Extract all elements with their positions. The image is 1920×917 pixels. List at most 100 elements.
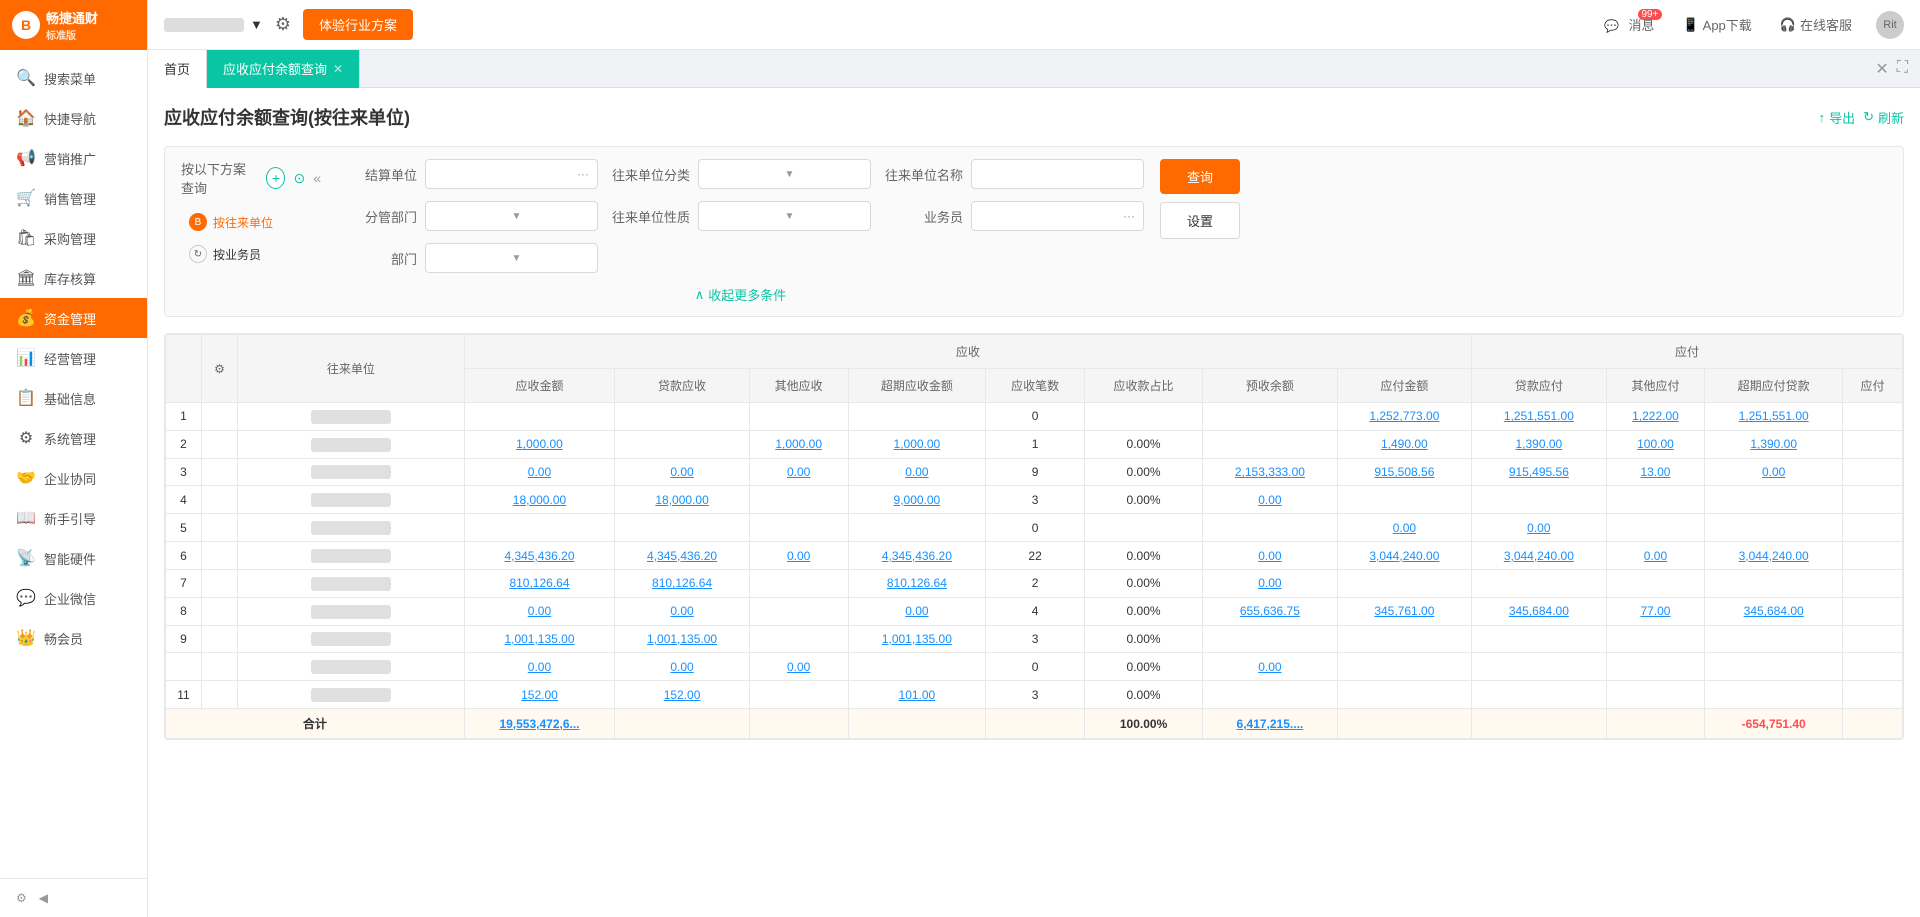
- table-cell[interactable]: 0.00: [464, 458, 615, 486]
- table-cell[interactable]: 4,345,436.20: [464, 542, 615, 570]
- table-cell[interactable]: 18,000.00: [464, 486, 615, 514]
- table-cell[interactable]: [1606, 653, 1705, 681]
- table-cell[interactable]: [1472, 653, 1606, 681]
- salesperson-input[interactable]: ···: [971, 201, 1144, 231]
- table-cell[interactable]: [1203, 625, 1337, 653]
- table-cell[interactable]: [1705, 653, 1843, 681]
- table-cell[interactable]: 0.00: [1203, 569, 1337, 597]
- table-cell[interactable]: [749, 681, 848, 709]
- query-btn[interactable]: 查询: [1160, 159, 1240, 194]
- topbar-gear-icon[interactable]: ⚙: [275, 14, 291, 35]
- table-cell[interactable]: [1337, 569, 1471, 597]
- table-cell[interactable]: [1203, 681, 1337, 709]
- table-cell[interactable]: [1337, 486, 1471, 514]
- sidebar-item-marketing[interactable]: 📢 营销推广: [0, 138, 147, 178]
- settlement-input[interactable]: ···: [425, 159, 598, 189]
- dept2-select[interactable]: ▼: [425, 243, 598, 273]
- table-cell[interactable]: 1,000.00: [464, 430, 615, 458]
- table-cell[interactable]: 0.00: [848, 458, 986, 486]
- table-cell[interactable]: [749, 625, 848, 653]
- table-cell[interactable]: 345,684.00: [1472, 597, 1606, 625]
- scheme-by-partner[interactable]: B 按往来单位: [181, 209, 321, 235]
- sidebar-item-guide[interactable]: 📖 新手引导: [0, 498, 147, 538]
- table-cell[interactable]: [615, 514, 749, 542]
- table-cell[interactable]: 0.00: [749, 458, 848, 486]
- table-cell[interactable]: 152.00: [464, 681, 615, 709]
- table-cell[interactable]: 0.00: [464, 597, 615, 625]
- table-cell[interactable]: [1472, 625, 1606, 653]
- table-cell[interactable]: [1705, 514, 1843, 542]
- table-cell[interactable]: 655,636.75: [1203, 597, 1337, 625]
- table-cell[interactable]: 0.00: [749, 653, 848, 681]
- table-cell[interactable]: [1705, 486, 1843, 514]
- table-cell[interactable]: 1,252,773.00: [1337, 403, 1471, 431]
- table-cell[interactable]: 9,000.00: [848, 486, 986, 514]
- table-cell[interactable]: 1,000.00: [848, 430, 986, 458]
- trial-btn[interactable]: 体验行业方案: [303, 9, 413, 40]
- table-cell[interactable]: [749, 514, 848, 542]
- table-cell[interactable]: 13.00: [1606, 458, 1705, 486]
- partner-nature-select[interactable]: ▼: [698, 201, 871, 231]
- table-cell[interactable]: [1705, 569, 1843, 597]
- table-cell[interactable]: [1203, 430, 1337, 458]
- sidebar-item-system[interactable]: ⚙ 系统管理: [0, 418, 147, 458]
- table-cell[interactable]: 0.00: [848, 597, 986, 625]
- table-cell[interactable]: [615, 430, 749, 458]
- table-cell[interactable]: [749, 569, 848, 597]
- table-cell[interactable]: 915,508.56: [1337, 458, 1471, 486]
- sidebar-bottom[interactable]: ⚙ ◀: [0, 878, 147, 917]
- sidebar-item-member[interactable]: 👑 畅会员: [0, 618, 147, 658]
- table-cell[interactable]: 1,001,135.00: [615, 625, 749, 653]
- total-ar-prepay[interactable]: 6,417,215....: [1203, 709, 1337, 739]
- table-cell[interactable]: 0.00: [749, 542, 848, 570]
- table-cell[interactable]: 0.00: [1203, 542, 1337, 570]
- table-cell[interactable]: [1606, 514, 1705, 542]
- table-cell[interactable]: 0.00: [1203, 486, 1337, 514]
- table-cell[interactable]: 1,390.00: [1705, 430, 1843, 458]
- table-cell[interactable]: [1203, 514, 1337, 542]
- filter-scheme-btn[interactable]: ⊙: [293, 170, 305, 187]
- table-cell[interactable]: [1337, 681, 1471, 709]
- table-cell[interactable]: 1,390.00: [1472, 430, 1606, 458]
- table-cell[interactable]: [464, 403, 615, 431]
- table-cell[interactable]: [848, 403, 986, 431]
- table-cell[interactable]: [1705, 625, 1843, 653]
- settings-bottom-icon[interactable]: ⚙: [16, 891, 27, 905]
- table-cell[interactable]: 0.00: [464, 653, 615, 681]
- table-cell[interactable]: 77.00: [1606, 597, 1705, 625]
- partner-name-input[interactable]: [971, 159, 1144, 189]
- refresh-btn[interactable]: ↻ 刷新: [1863, 108, 1904, 127]
- table-cell[interactable]: 18,000.00: [615, 486, 749, 514]
- table-cell[interactable]: [749, 403, 848, 431]
- table-cell[interactable]: [1472, 486, 1606, 514]
- user-profile[interactable]: Rit: [1876, 11, 1904, 39]
- total-ar-amount[interactable]: 19,553,472,6...: [464, 709, 615, 739]
- sidebar-item-inventory[interactable]: 🏛 库存核算: [0, 258, 147, 298]
- tab-arbalance[interactable]: 应收应付余额查询 ✕: [207, 50, 360, 88]
- sidebar-item-sales[interactable]: 🛒 销售管理: [0, 178, 147, 218]
- app-download-btn[interactable]: 📱 App下载: [1682, 15, 1751, 34]
- table-cell[interactable]: 1,001,135.00: [848, 625, 986, 653]
- sidebar-item-weixin[interactable]: 💬 企业微信: [0, 578, 147, 618]
- table-cell[interactable]: 1,001,135.00: [464, 625, 615, 653]
- table-cell[interactable]: [464, 514, 615, 542]
- table-cell[interactable]: 810,126.64: [615, 569, 749, 597]
- settings-btn[interactable]: 设置: [1160, 202, 1240, 239]
- table-cell[interactable]: 3,044,240.00: [1705, 542, 1843, 570]
- export-btn[interactable]: ↑ 导出: [1819, 108, 1856, 127]
- table-cell[interactable]: 4,345,436.20: [848, 542, 986, 570]
- table-cell[interactable]: 1,251,551.00: [1472, 403, 1606, 431]
- collapse-sidebar-icon[interactable]: ◀: [39, 891, 48, 905]
- table-cell[interactable]: 0.00: [615, 458, 749, 486]
- tab-home[interactable]: 首页: [148, 50, 207, 88]
- table-cell[interactable]: 100.00: [1606, 430, 1705, 458]
- table-cell[interactable]: [1337, 625, 1471, 653]
- table-cell[interactable]: 3,044,240.00: [1337, 542, 1471, 570]
- table-cell[interactable]: 1,251,551.00: [1705, 403, 1843, 431]
- table-cell[interactable]: 3,044,240.00: [1472, 542, 1606, 570]
- table-cell[interactable]: 1,000.00: [749, 430, 848, 458]
- tab-close-all-icon[interactable]: ✕: [1875, 59, 1888, 79]
- tab-close-icon[interactable]: ✕: [333, 62, 343, 76]
- table-cell[interactable]: [749, 597, 848, 625]
- sidebar-item-quicknav[interactable]: 🏠 快捷导航: [0, 98, 147, 138]
